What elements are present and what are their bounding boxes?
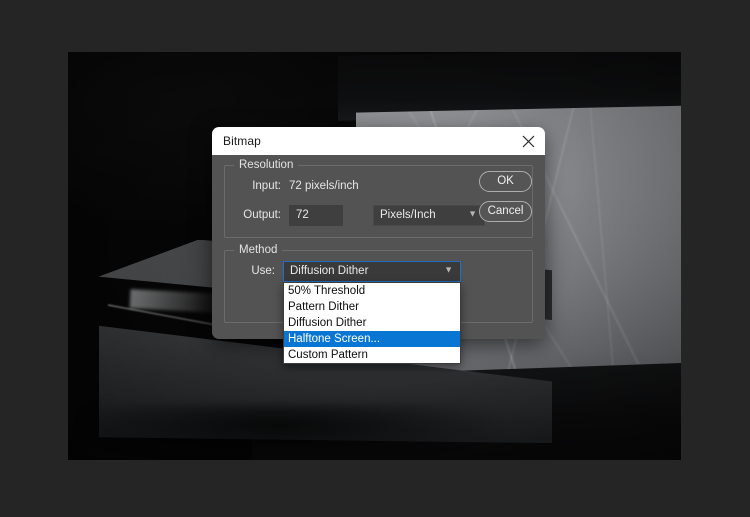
resolution-units-value: Pixels/Inch <box>380 209 436 221</box>
method-option[interactable]: 50% Threshold <box>284 283 460 299</box>
chevron-down-icon: ▼ <box>444 264 453 275</box>
slab-shadow <box>80 405 580 460</box>
method-option[interactable]: Custom Pattern <box>284 347 460 363</box>
input-label: Input: <box>252 180 281 192</box>
dialog-button-column: OK Cancel <box>479 171 532 222</box>
use-label: Use: <box>251 265 275 277</box>
method-legend: Method <box>234 244 283 256</box>
input-resolution-value: 72 pixels/inch <box>289 180 359 192</box>
method-group: Method Use: Diffusion Dither ▼ 50% Thres… <box>224 244 533 364</box>
method-option[interactable]: Pattern Dither <box>284 299 460 315</box>
method-use-row: Use: Diffusion Dither ▼ 50% Threshold Pat… <box>235 260 522 364</box>
method-option[interactable]: Halftone Screen... <box>284 330 460 347</box>
chevron-down-icon: ▼ <box>468 208 477 219</box>
dialog-title: Bitmap <box>223 134 261 148</box>
method-option[interactable]: Diffusion Dither <box>284 315 460 331</box>
output-resolution-input[interactable] <box>289 204 343 226</box>
resolution-units-select[interactable]: Pixels/Inch ▼ <box>373 204 485 226</box>
dialog-body: Resolution Input: 72 pixels/inch Output:… <box>212 155 545 364</box>
ok-button[interactable]: OK <box>479 171 532 192</box>
method-use-value: Diffusion Dither <box>290 265 369 277</box>
method-select-wrapper: Diffusion Dither ▼ 50% Threshold Pattern … <box>283 260 461 364</box>
resolution-legend: Resolution <box>234 159 299 171</box>
cancel-button[interactable]: Cancel <box>479 201 532 222</box>
output-label: Output: <box>243 209 281 221</box>
screen: Bitmap Resolution Input: 72 pixels/inch … <box>0 0 750 517</box>
close-icon[interactable] <box>511 127 545 155</box>
method-options-dropdown[interactable]: 50% Threshold Pattern Dither Diffusion Dit… <box>283 281 461 364</box>
dialog-titlebar: Bitmap <box>212 127 545 155</box>
bitmap-dialog: Bitmap Resolution Input: 72 pixels/inch … <box>212 127 545 364</box>
method-use-select[interactable]: Diffusion Dither ▼ <box>283 260 461 282</box>
